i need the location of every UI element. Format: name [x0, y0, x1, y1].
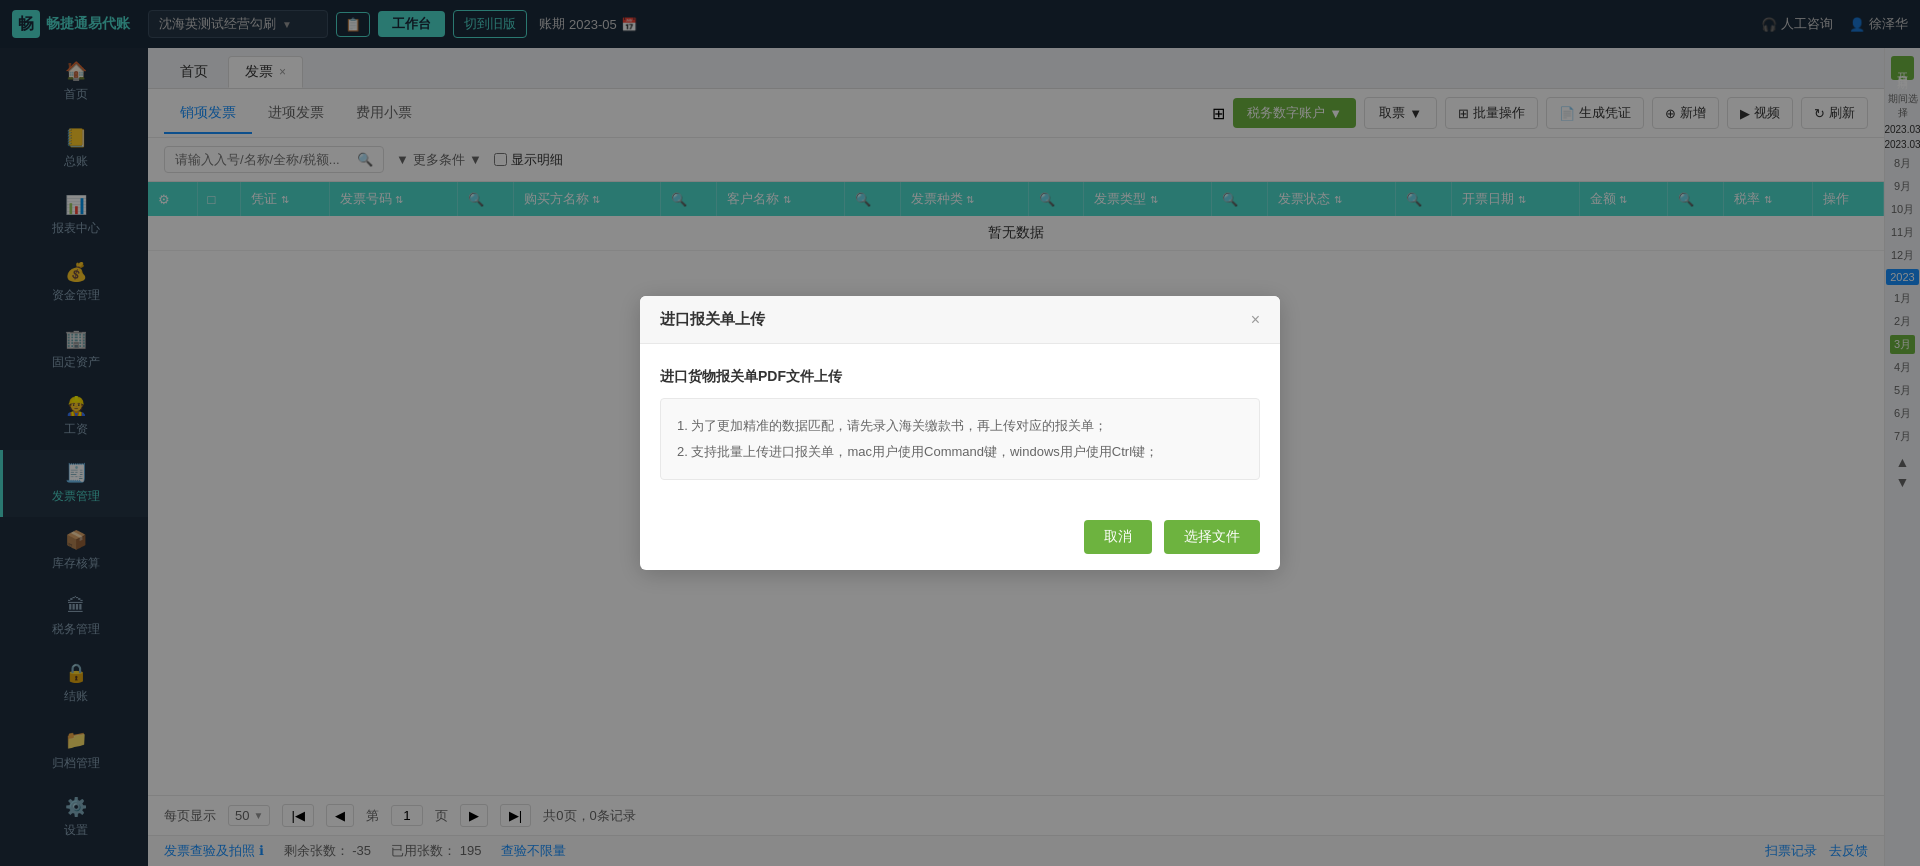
modal-info-box: 1. 为了更加精准的数据匹配，请先录入海关缴款书，再上传对应的报关单； 2. 支… — [660, 398, 1260, 480]
modal-close-button[interactable]: × — [1251, 312, 1260, 328]
modal: 进口报关单上传 × 进口货物报关单PDF文件上传 1. 为了更加精准的数据匹配，… — [640, 296, 1280, 570]
modal-info-item-2: 2. 支持批量上传进口报关单，mac用户使用Command键，windows用户… — [677, 439, 1243, 465]
modal-body: 进口货物报关单PDF文件上传 1. 为了更加精准的数据匹配，请先录入海关缴款书，… — [640, 344, 1280, 504]
modal-cancel-button[interactable]: 取消 — [1084, 520, 1152, 554]
modal-header: 进口报关单上传 × — [640, 296, 1280, 344]
modal-footer: 取消 选择文件 — [640, 504, 1280, 570]
modal-section-title: 进口货物报关单PDF文件上传 — [660, 368, 1260, 386]
modal-title: 进口报关单上传 — [660, 310, 765, 329]
modal-select-file-button[interactable]: 选择文件 — [1164, 520, 1260, 554]
modal-overlay: 进口报关单上传 × 进口货物报关单PDF文件上传 1. 为了更加精准的数据匹配，… — [0, 0, 1920, 866]
modal-info-item-1: 1. 为了更加精准的数据匹配，请先录入海关缴款书，再上传对应的报关单； — [677, 413, 1243, 439]
